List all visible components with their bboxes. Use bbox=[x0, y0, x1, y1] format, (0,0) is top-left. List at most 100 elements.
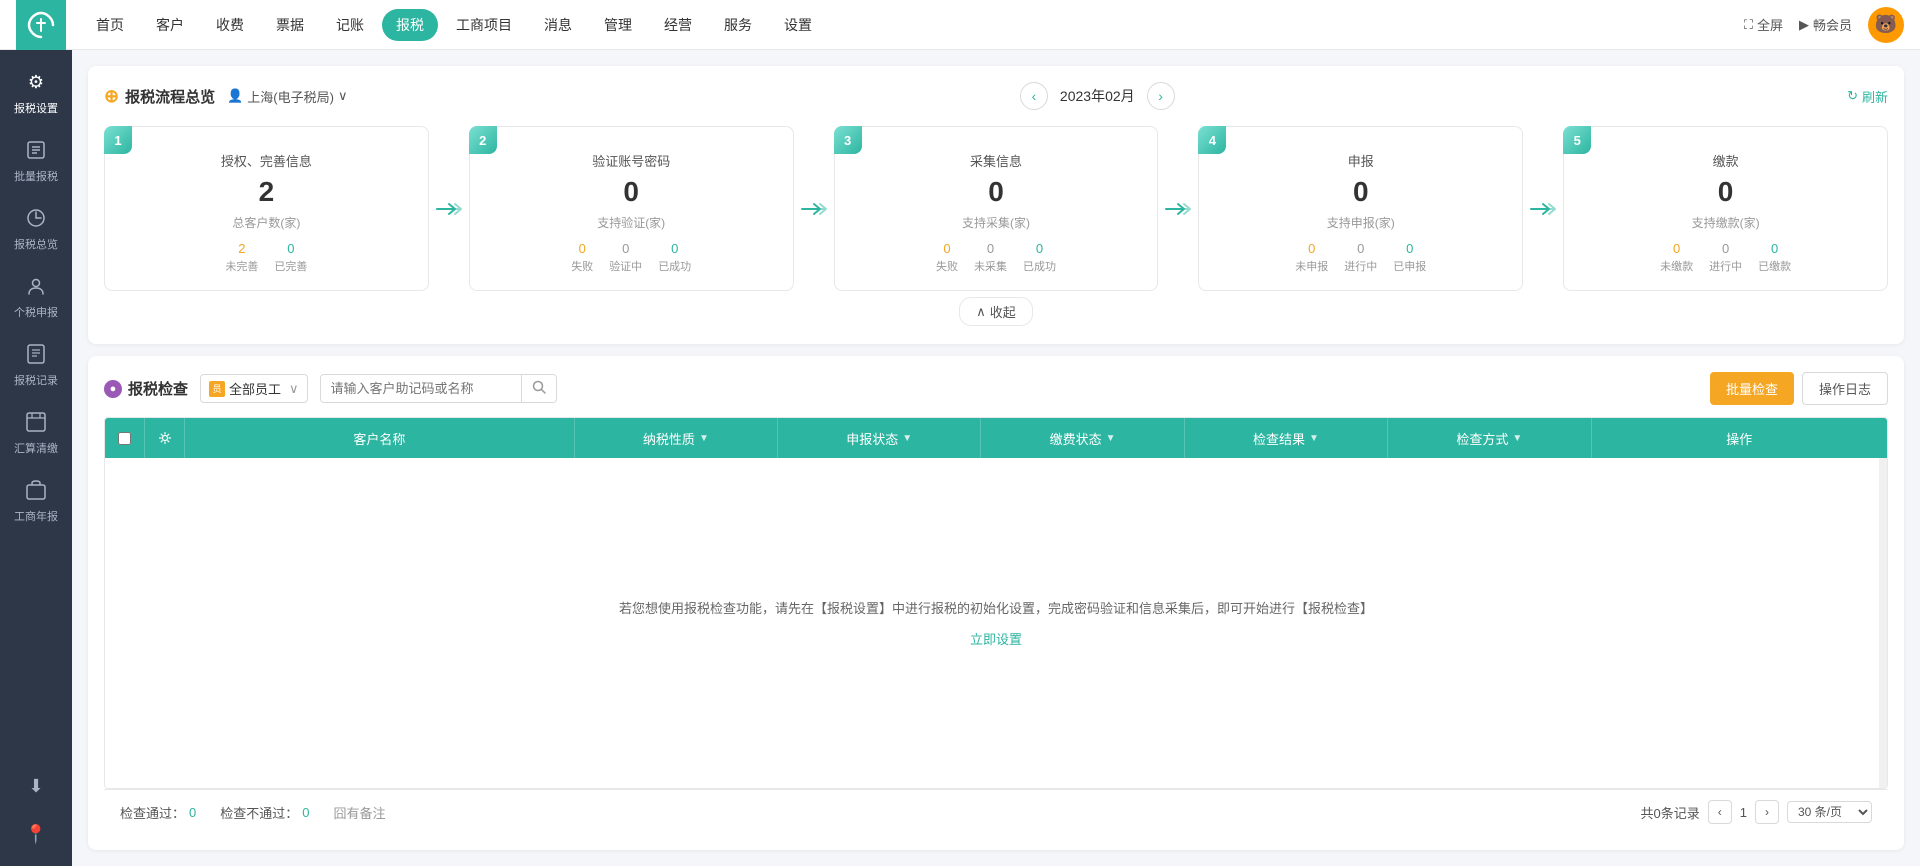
empty-hint-text: 若您想使用报税检查功能，请先在【报税设置】中进行报税的初始化设置，完成密码验证和… bbox=[579, 598, 1413, 617]
nav-right-area: ⛶ 全屏 ▶ 畅会员 🐻 bbox=[1744, 7, 1904, 43]
th-tax-nature: 纳税性质 ▼ bbox=[575, 418, 778, 458]
nav-service[interactable]: 服务 bbox=[710, 9, 766, 41]
employee-select-dropdown[interactable]: 员 全部员工 ∨ bbox=[200, 374, 308, 403]
first-page-button[interactable]: ‹ bbox=[1708, 800, 1732, 824]
operation-log-button[interactable]: 操作日志 bbox=[1802, 372, 1888, 405]
process-overview-card: ⊕ 报税流程总览 👤 上海(电子税局) ∨ ‹ 2023年02月 › ↻ 刷新 bbox=[88, 66, 1904, 344]
step-5-stat-2: 0 已缴款 bbox=[1758, 241, 1791, 274]
check-title-icon: ● bbox=[104, 380, 122, 398]
step-2-stats: 0 失败 0 验证中 0 已成功 bbox=[571, 241, 691, 274]
step-4-count: 0 bbox=[1353, 176, 1369, 208]
location-badge[interactable]: 👤 上海(电子税局) ∨ bbox=[227, 87, 347, 106]
nav-business[interactable]: 工商项目 bbox=[442, 9, 526, 41]
step-1-authorize: 1 授权、完善信息 2 总客户数(家) 2 未完善 0 已完善 bbox=[104, 126, 429, 291]
step-4-desc: 支持申报(家) bbox=[1327, 214, 1395, 231]
arrow-1-2 bbox=[429, 126, 469, 291]
step-1-stats: 2 未完善 0 已完善 bbox=[225, 241, 307, 274]
chevron-up-icon: ∧ bbox=[976, 304, 986, 320]
nav-invoice[interactable]: 票据 bbox=[262, 9, 318, 41]
search-button[interactable] bbox=[521, 375, 556, 402]
fail-count-link[interactable]: 0 bbox=[302, 805, 309, 820]
next-month-button[interactable]: › bbox=[1147, 82, 1175, 110]
page-size-select[interactable]: 30 条/页 50 条/页 100 条/页 bbox=[1787, 801, 1872, 823]
collapse-button[interactable]: ∧ 收起 bbox=[959, 297, 1033, 326]
step-4-stats: 0 未申报 0 进行中 0 已申报 bbox=[1295, 241, 1426, 274]
table-footer: 检查通过： 0 检查不通过： 0 囧有备注 共0条记录 ‹ 1 › 30 条/页… bbox=[104, 789, 1888, 834]
next-page-button[interactable]: › bbox=[1755, 800, 1779, 824]
collapse-row: ∧ 收起 bbox=[104, 291, 1888, 328]
sidebar-item-personal-tax[interactable]: 个税申报 bbox=[0, 262, 72, 330]
employee-icon: 员 bbox=[209, 381, 225, 397]
app-logo bbox=[16, 0, 66, 50]
sidebar-item-location[interactable]: 📍 bbox=[0, 810, 72, 858]
result-filter-icon[interactable]: ▼ bbox=[1309, 433, 1319, 444]
nav-settings[interactable]: 设置 bbox=[770, 9, 826, 41]
fullscreen-button[interactable]: ⛶ 全屏 bbox=[1744, 15, 1783, 34]
step-1-stat-0: 2 未完善 bbox=[225, 241, 258, 274]
tax-record-icon bbox=[22, 340, 50, 368]
current-page: 1 bbox=[1740, 805, 1747, 820]
prev-month-button[interactable]: ‹ bbox=[1020, 82, 1048, 110]
nav-client[interactable]: 客户 bbox=[142, 9, 198, 41]
step-2-title: 验证账号密码 bbox=[592, 151, 670, 170]
nav-fee[interactable]: 收费 bbox=[202, 9, 258, 41]
step-4-stat-0: 0 未申报 bbox=[1295, 241, 1328, 274]
sidebar-item-download[interactable]: ⬇ bbox=[0, 762, 72, 810]
select-all-checkbox[interactable] bbox=[118, 432, 131, 445]
batch-tax-icon bbox=[22, 136, 50, 164]
step-2-count: 0 bbox=[623, 176, 639, 208]
step-3-number: 3 bbox=[834, 126, 862, 154]
step-3-desc: 支持采集(家) bbox=[962, 214, 1030, 231]
pay-filter-icon[interactable]: ▼ bbox=[1106, 433, 1116, 444]
step-3-stat-1: 0 未采集 bbox=[974, 241, 1007, 274]
sidebar-item-annual-tax[interactable]: 汇算清缴 bbox=[0, 398, 72, 466]
sidebar-item-tax-overview[interactable]: 报税总览 bbox=[0, 194, 72, 262]
mascot-avatar[interactable]: 🐻 bbox=[1868, 7, 1904, 43]
method-filter-icon[interactable]: ▼ bbox=[1512, 433, 1522, 444]
chevron-down-icon: ∨ bbox=[338, 88, 348, 104]
personal-tax-icon bbox=[22, 272, 50, 300]
setup-link[interactable]: 立即设置 bbox=[970, 629, 1022, 648]
th-gear[interactable] bbox=[145, 418, 185, 458]
nav-menu: 首页 客户 收费 票据 记账 报税 工商项目 消息 管理 经营 服务 设置 bbox=[82, 9, 1744, 41]
steps-row: 1 授权、完善信息 2 总客户数(家) 2 未完善 0 已完善 bbox=[104, 126, 1888, 291]
sidebar-item-tax-settings[interactable]: ⚙ 报税设置 bbox=[0, 58, 72, 126]
nav-operation[interactable]: 经营 bbox=[650, 9, 706, 41]
month-navigation: ‹ 2023年02月 › bbox=[1020, 82, 1175, 110]
nav-bookkeeping[interactable]: 记账 bbox=[322, 9, 378, 41]
process-title: ⊕ 报税流程总览 bbox=[104, 86, 215, 107]
batch-check-button[interactable]: 批量检查 bbox=[1710, 372, 1794, 405]
arrow-4-5 bbox=[1523, 126, 1563, 291]
step-3-stat-0: 0 失败 bbox=[936, 241, 958, 274]
declare-filter-icon[interactable]: ▼ bbox=[902, 433, 912, 444]
step-2-number: 2 bbox=[469, 126, 497, 154]
nav-message[interactable]: 消息 bbox=[530, 9, 586, 41]
step-1-stat-1: 0 已完善 bbox=[274, 241, 307, 274]
tax-check-card: ● 报税检查 员 全部员工 ∨ bbox=[88, 356, 1904, 850]
sidebar-item-batch-tax[interactable]: 批量报税 bbox=[0, 126, 72, 194]
th-checkbox[interactable] bbox=[105, 418, 145, 458]
nav-tax[interactable]: 报税 bbox=[382, 9, 438, 41]
search-input[interactable] bbox=[321, 376, 521, 401]
vip-button[interactable]: ▶ 畅会员 bbox=[1799, 15, 1852, 34]
step-5-stat-0: 0 未缴款 bbox=[1660, 241, 1693, 274]
nav-manage[interactable]: 管理 bbox=[590, 9, 646, 41]
step-2-stat-2: 0 已成功 bbox=[658, 241, 691, 274]
step-2-stat-0: 0 失败 bbox=[571, 241, 593, 274]
table-body-empty: 若您想使用报税检查功能，请先在【报税设置】中进行报税的初始化设置，完成密码验证和… bbox=[105, 458, 1887, 788]
tax-filter-icon[interactable]: ▼ bbox=[699, 433, 709, 444]
refresh-button[interactable]: ↻ 刷新 bbox=[1847, 87, 1888, 106]
nav-home[interactable]: 首页 bbox=[82, 9, 138, 41]
table-scrollbar[interactable] bbox=[1879, 458, 1887, 788]
search-box bbox=[320, 374, 557, 403]
sidebar-item-business-annual[interactable]: 工商年报 bbox=[0, 466, 72, 534]
step-4-number: 4 bbox=[1198, 126, 1226, 154]
step-3-count: 0 bbox=[988, 176, 1004, 208]
play-icon: ▶ bbox=[1799, 17, 1809, 33]
step-2-verify: 2 验证账号密码 0 支持验证(家) 0 失败 0 验证中 bbox=[469, 126, 794, 291]
sidebar: ⚙ 报税设置 批量报税 报税总览 bbox=[0, 50, 72, 866]
th-check-method: 检查方式 ▼ bbox=[1388, 418, 1591, 458]
table-header: 客户名称 纳税性质 ▼ 申报状态 ▼ 缴费状态 ▼ 检查 bbox=[105, 418, 1887, 458]
pass-count-link[interactable]: 0 bbox=[189, 805, 196, 820]
sidebar-item-tax-record[interactable]: 报税记录 bbox=[0, 330, 72, 398]
